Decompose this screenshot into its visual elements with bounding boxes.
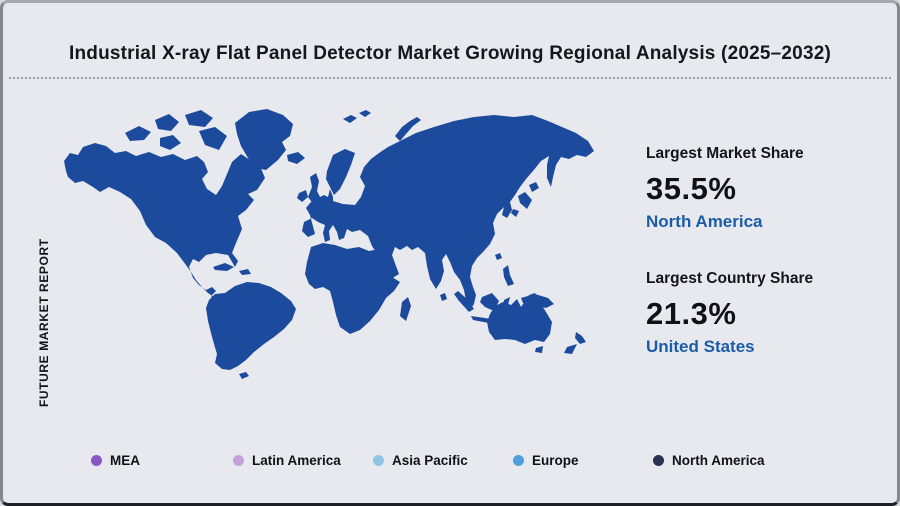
- legend-dot-europe: [513, 454, 524, 466]
- new-zealand-shape: [564, 332, 586, 354]
- sri-lanka-shape: [440, 293, 447, 301]
- legend-item-latin-america: Latin America: [233, 449, 341, 471]
- legend-item-asia-pacific: Asia Pacific: [373, 449, 468, 471]
- legend-item-europe: Europe: [513, 449, 579, 471]
- stat-region: United States: [646, 337, 755, 356]
- iceland-shape: [287, 152, 305, 164]
- legend-label: MEA: [110, 452, 140, 468]
- legend-dot-mea: [91, 454, 102, 466]
- legend-label: Latin America: [252, 452, 341, 468]
- taiwan-shape: [495, 253, 502, 260]
- stat-value: 21.3%: [646, 296, 737, 331]
- caribbean-shape: [213, 263, 251, 275]
- scandinavia-shape: [326, 149, 355, 195]
- stat-largest-country-share: Largest Country Share 21.3% United State…: [646, 270, 886, 357]
- legend-item-mea: MEA: [91, 449, 140, 471]
- stat-label: Largest Market Share: [646, 145, 804, 162]
- legend: MEA Latin America Asia Pacific Europe No…: [3, 449, 897, 473]
- south-america-shape: [206, 282, 296, 379]
- legend-label: North America: [672, 452, 765, 468]
- legend-label: Asia Pacific: [392, 452, 468, 468]
- stat-value: 35.5%: [646, 171, 737, 206]
- legend-dot-latin-america: [233, 454, 244, 466]
- philippines-shape: [503, 265, 514, 286]
- legend-dot-asia-pacific: [373, 454, 384, 466]
- madagascar-shape: [400, 297, 411, 321]
- arctic-islands-shape: [125, 110, 227, 150]
- north-america-shape: [64, 143, 265, 304]
- stats-panel: Largest Market Share 35.5% North America…: [646, 145, 886, 395]
- stat-largest-market-share: Largest Market Share 35.5% North America: [646, 145, 886, 232]
- legend-label: Europe: [532, 452, 579, 468]
- stat-label: Largest Country Share: [646, 270, 814, 287]
- legend-dot-north-america: [653, 454, 664, 466]
- stat-region: North America: [646, 212, 763, 231]
- legend-item-north-america: North America: [653, 449, 765, 471]
- ireland-shape: [297, 190, 308, 202]
- infographic-root: Industrial X-ray Flat Panel Detector Mar…: [0, 0, 900, 506]
